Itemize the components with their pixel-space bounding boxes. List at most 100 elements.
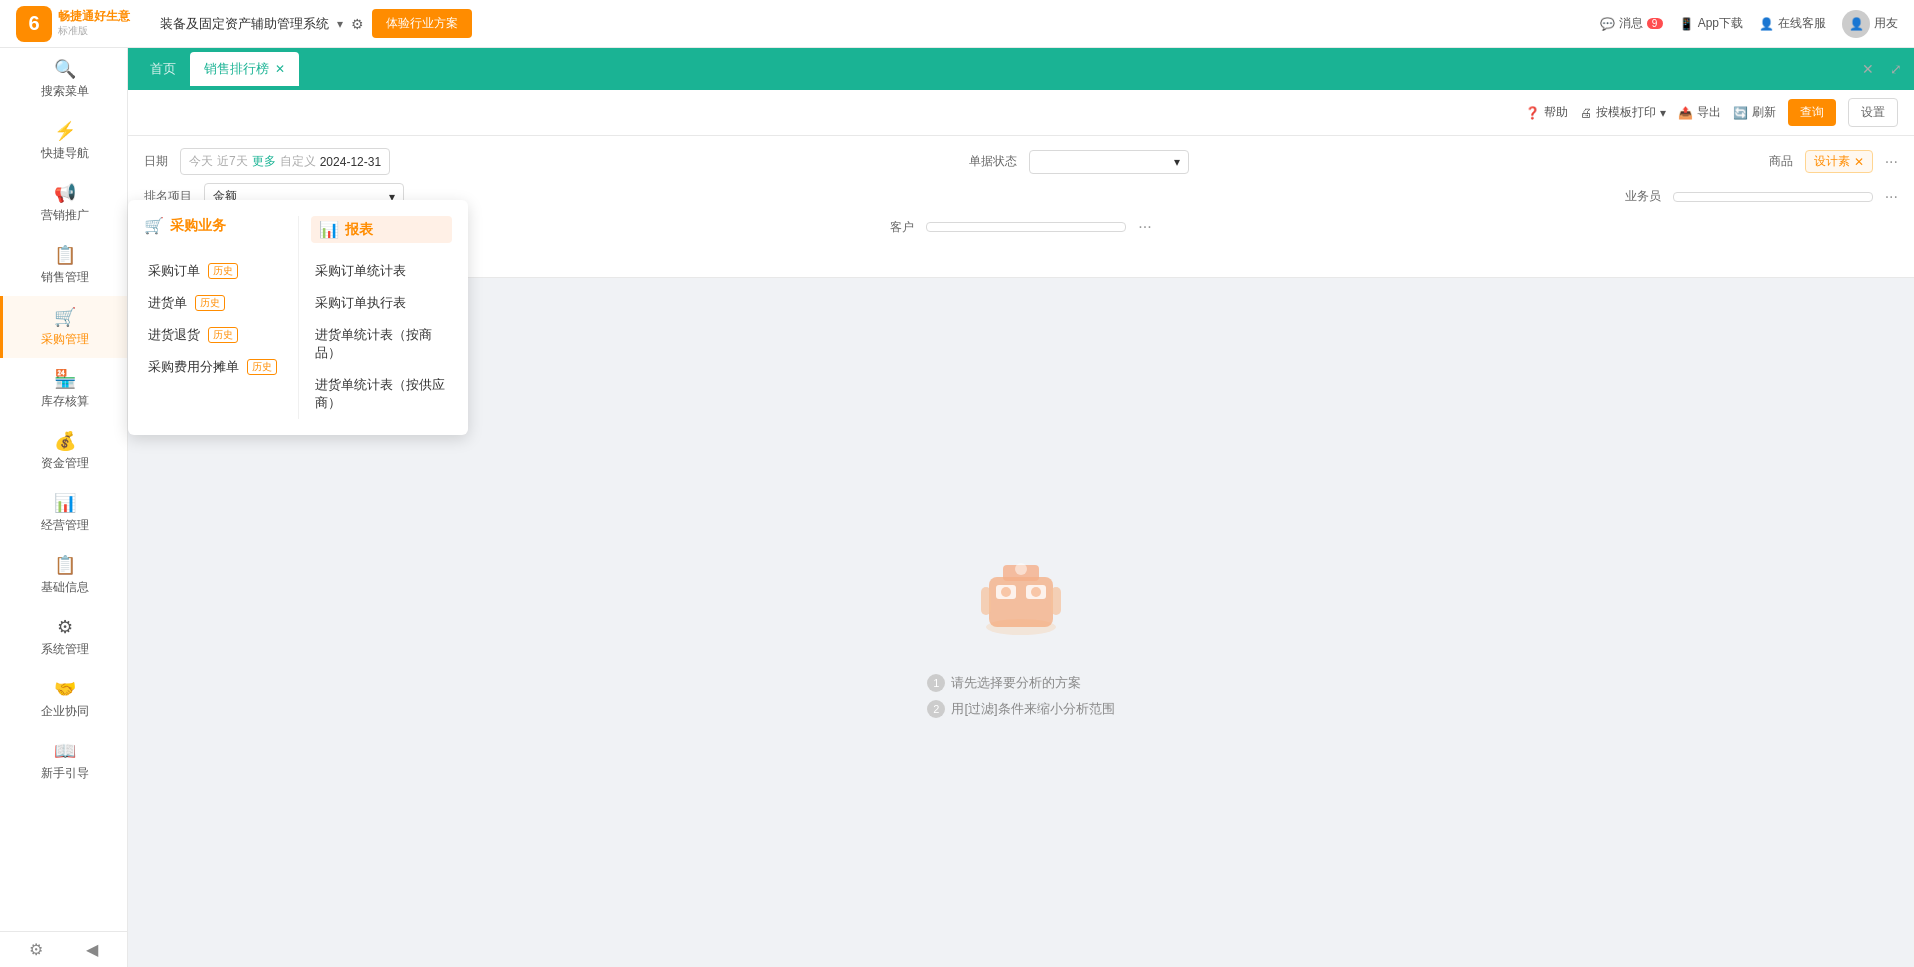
purchase-receipt-history-badge[interactable]: 历史 [195, 295, 225, 311]
toolbar: ❓ 帮助 🖨 按模板打印 ▾ 📤 导出 🔄 刷新 [128, 90, 1914, 136]
sidebar-item-label: 基础信息 [41, 579, 89, 596]
purchase-order-exec-item[interactable]: 采购订单执行表 [311, 287, 453, 319]
salesperson-label: 业务员 [1625, 188, 1661, 205]
tab-close-icon[interactable]: ✕ [275, 62, 285, 76]
sales-icon: 📋 [54, 244, 76, 266]
sidebar-item-marketing[interactable]: 📢 营销推广 [0, 172, 127, 234]
salesperson-select[interactable] [1673, 192, 1873, 202]
receipt-stats-supplier-item[interactable]: 进货单统计表（按供应商） [311, 369, 453, 419]
message-button[interactable]: 💬 消息 9 [1600, 15, 1663, 32]
tab-home[interactable]: 首页 [136, 52, 190, 86]
svg-rect-8 [981, 587, 991, 615]
system-name: 装备及固定资产辅助管理系统 [160, 15, 329, 33]
settings-bottom-icon[interactable]: ⚙ [29, 940, 43, 959]
sidebar-item-label: 搜索菜单 [41, 83, 89, 100]
system-dropdown-icon[interactable]: ▾ [337, 17, 343, 31]
report-col: 📊 报表 采购订单统计表 采购订单执行表 进货单统计表（按商品） [311, 216, 453, 419]
sidebar-item-search[interactable]: 🔍 搜索菜单 [0, 48, 127, 110]
finance-icon: 💰 [54, 430, 76, 452]
purchase-expense-label: 采购费用分摊单 [148, 358, 239, 376]
goods-tag-close-icon[interactable]: ✕ [1854, 155, 1864, 169]
app-label: App下载 [1698, 15, 1743, 32]
user-button[interactable]: 👤 用友 [1842, 10, 1898, 38]
user-avatar: 👤 [1842, 10, 1870, 38]
sidebar-item-purchase[interactable]: 🛒 采购管理 [0, 296, 127, 358]
print-icon: 🖨 [1580, 106, 1592, 120]
enterprise-icon: 🤝 [54, 678, 76, 700]
single-status-select[interactable]: ▾ [1029, 150, 1189, 174]
tab-bar-end: ✕ ⤢ [1858, 59, 1906, 79]
help-button[interactable]: ❓ 帮助 [1525, 104, 1568, 121]
message-badge: 9 [1647, 18, 1663, 29]
print-button[interactable]: 🖨 按模板打印 ▾ [1580, 104, 1666, 121]
tab-sales-ranking-label: 销售排行榜 [204, 60, 269, 78]
purchase-expense-item[interactable]: 采购费用分摊单 历史 [144, 351, 286, 383]
export-button[interactable]: 📤 导出 [1678, 104, 1721, 121]
settings-button[interactable]: 设置 [1848, 98, 1898, 127]
purchase-return-item[interactable]: 进货退货 历史 [144, 319, 286, 351]
salesperson-more-icon[interactable]: ··· [1885, 188, 1898, 206]
sidebar-item-finance[interactable]: 💰 资金管理 [0, 420, 127, 482]
experience-button[interactable]: 体验行业方案 [372, 9, 472, 38]
collapse-sidebar-icon[interactable]: ◀ [86, 940, 98, 959]
help-icon: ❓ [1525, 106, 1540, 120]
purchase-expense-history-badge[interactable]: 历史 [247, 359, 277, 375]
empty-tips: 1 请先选择要分析的方案 2 用[过滤]条件来缩小分析范围 [927, 674, 1114, 718]
sidebar-item-operation[interactable]: 📊 经营管理 [0, 482, 127, 544]
tip-1-text: 请先选择要分析的方案 [951, 674, 1081, 692]
window-close-icon[interactable]: ✕ [1858, 59, 1878, 79]
system-gear-icon[interactable]: ⚙ [351, 16, 364, 32]
quick-nav-icon: ⚡ [54, 120, 76, 142]
date-range[interactable]: 今天 近7天 更多 自定义 2024-12-31 [180, 148, 390, 175]
svg-rect-9 [1051, 587, 1061, 615]
goods-more-icon[interactable]: ··· [1885, 153, 1898, 171]
print-dropdown-icon: ▾ [1660, 106, 1666, 120]
purchase-return-history-badge[interactable]: 历史 [208, 327, 238, 343]
service-label: 在线客服 [1778, 15, 1826, 32]
sidebar-item-label: 新手引导 [41, 765, 89, 782]
sidebar-item-label: 库存核算 [41, 393, 89, 410]
svg-point-5 [1031, 587, 1041, 597]
customer-more-icon[interactable]: ··· [1138, 218, 1151, 236]
goods-tag-label: 设计素 [1814, 153, 1850, 170]
query-button[interactable]: 查询 [1788, 99, 1836, 126]
sidebar-item-label: 资金管理 [41, 455, 89, 472]
refresh-button[interactable]: 🔄 刷新 [1733, 104, 1776, 121]
sidebar-item-quick[interactable]: ⚡ 快捷导航 [0, 110, 127, 172]
tip-2-text: 用[过滤]条件来缩小分析范围 [951, 700, 1114, 718]
purchase-icon: 🛒 [54, 306, 76, 328]
tab-sales-ranking[interactable]: 销售排行榜 ✕ [190, 52, 299, 86]
purchase-order-item[interactable]: 采购订单 历史 [144, 255, 286, 287]
purchase-receipt-item[interactable]: 进货单 历史 [144, 287, 286, 319]
sidebar-item-guide[interactable]: 📖 新手引导 [0, 730, 127, 792]
online-service-button[interactable]: 👤 在线客服 [1759, 15, 1826, 32]
logo-area: 6 畅捷通好生意 标准版 [16, 6, 144, 42]
purchase-order-history-badge[interactable]: 历史 [208, 263, 238, 279]
content-area: 首页 销售排行榜 ✕ ✕ ⤢ ❓ 帮助 [128, 48, 1914, 967]
purchase-dropdown-menu: 🛒 采购业务 采购订单 历史 进货单 历史 进货退货 [128, 200, 468, 435]
sidebar-item-sales[interactable]: 📋 销售管理 [0, 234, 127, 296]
single-status-label: 单据状态 [969, 153, 1017, 170]
window-maximize-icon[interactable]: ⤢ [1886, 59, 1906, 79]
sidebar-item-system[interactable]: ⚙ 系统管理 [0, 606, 127, 668]
receipt-stats-goods-item[interactable]: 进货单统计表（按商品） [311, 319, 453, 369]
sidebar-item-basic[interactable]: 📋 基础信息 [0, 544, 127, 606]
main-area: 🔍 搜索菜单 ⚡ 快捷导航 📢 营销推广 📋 销售管理 🛒 采购管理 🏪 [0, 48, 1914, 967]
top-bar-right: 💬 消息 9 📱 App下载 👤 在线客服 👤 用友 [1600, 10, 1898, 38]
purchase-order-stats-item[interactable]: 采购订单统计表 [311, 255, 453, 287]
sidebar-item-enterprise[interactable]: 🤝 企业协同 [0, 668, 127, 730]
empty-tip-1: 1 请先选择要分析的方案 [927, 674, 1114, 692]
purchase-return-label: 进货退货 [148, 326, 200, 344]
sidebar-item-label: 采购管理 [41, 331, 89, 348]
app-download-button[interactable]: 📱 App下载 [1679, 15, 1743, 32]
report-col-icon: 📊 [319, 220, 339, 239]
sidebar-item-label: 经营管理 [41, 517, 89, 534]
svg-point-7 [1015, 563, 1027, 575]
system-info: 装备及固定资产辅助管理系统 ▾ ⚙ 体验行业方案 [160, 9, 1600, 38]
customer-select[interactable] [926, 222, 1126, 232]
sidebar-item-inventory[interactable]: 🏪 库存核算 [0, 358, 127, 420]
goods-tag[interactable]: 设计素 ✕ [1805, 150, 1873, 173]
customer-label: 客户 [890, 219, 914, 236]
tip-num-2: 2 [927, 700, 945, 718]
filter-row-1: 日期 今天 近7天 更多 自定义 2024-12-31 单据状态 ▾ [144, 148, 1898, 175]
